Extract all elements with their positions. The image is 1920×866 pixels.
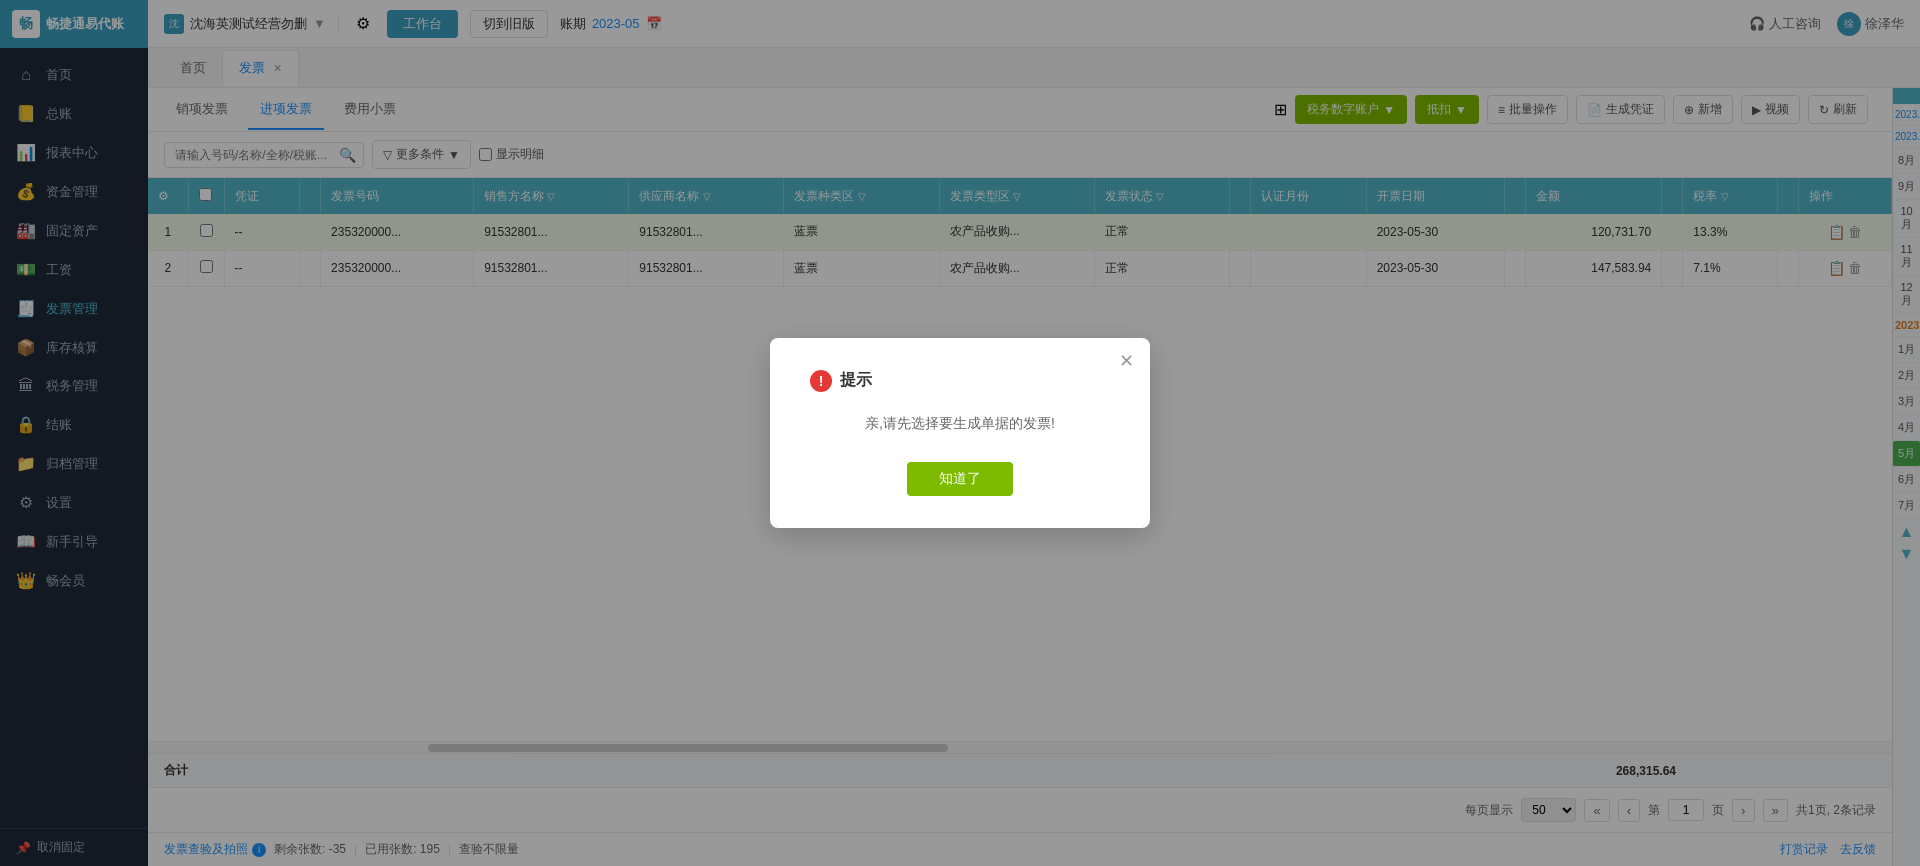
modal-ok-button[interactable]: 知道了 <box>907 462 1013 496</box>
modal-overlay: ✕ ! 提示 亲,请先选择要生成单据的发票! 知道了 <box>0 0 1920 866</box>
modal-message: 亲,请先选择要生成单据的发票! <box>810 412 1110 434</box>
modal-title-text: 提示 <box>840 370 872 391</box>
modal-close-button[interactable]: ✕ <box>1119 350 1134 372</box>
modal-title: ! 提示 <box>810 370 1110 392</box>
modal-dialog: ✕ ! 提示 亲,请先选择要生成单据的发票! 知道了 <box>770 338 1150 528</box>
modal-warning-icon: ! <box>810 370 832 392</box>
